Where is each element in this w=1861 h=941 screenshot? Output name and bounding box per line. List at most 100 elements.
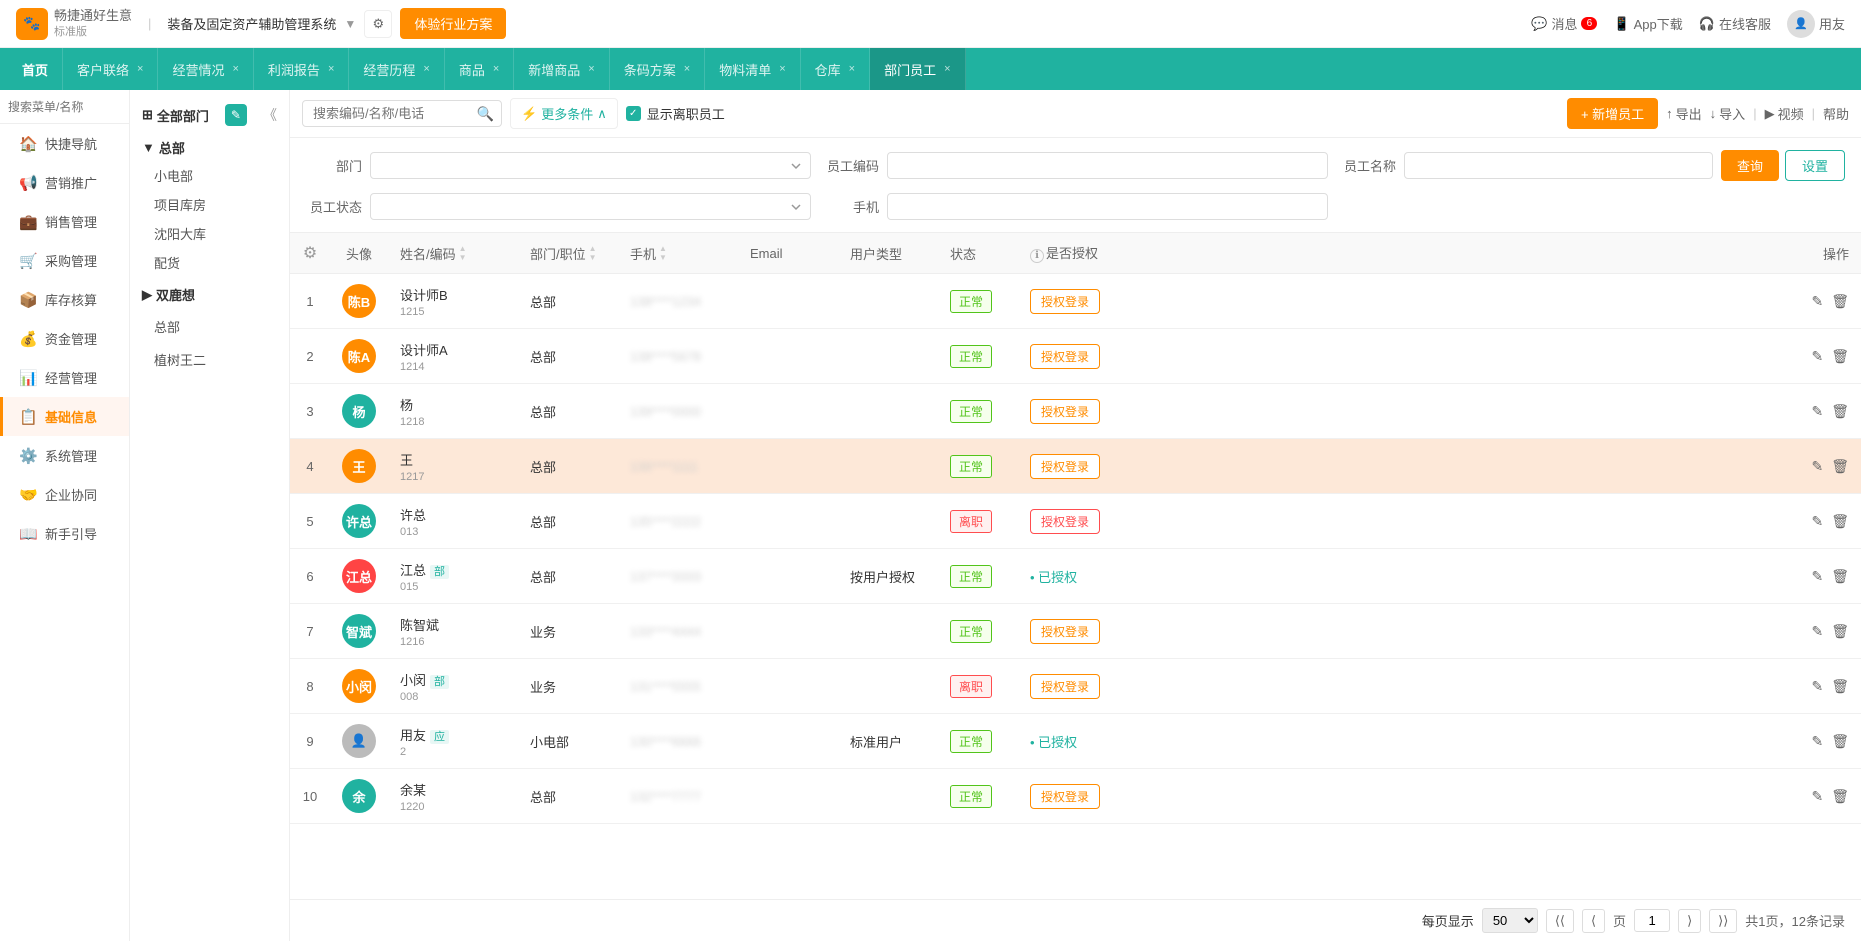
sidebar-search-input[interactable] bbox=[8, 100, 130, 114]
emp-code-filter-input[interactable] bbox=[887, 152, 1328, 179]
settings-btn[interactable]: ⚙ bbox=[364, 10, 392, 38]
edit-btn[interactable]: ✎ bbox=[1811, 458, 1823, 475]
delete-btn[interactable]: 🗑 bbox=[1831, 348, 1849, 365]
auth-btn[interactable]: 授权登录 bbox=[1030, 509, 1100, 534]
sidebar-item-purchase[interactable]: 🛒 采购管理 bbox=[0, 241, 129, 280]
auth-btn[interactable]: 授权登录 bbox=[1030, 289, 1100, 314]
sidebar-item-system[interactable]: ⚙️ 系统管理 bbox=[0, 436, 129, 475]
auth-btn[interactable]: 授权登录 bbox=[1030, 399, 1100, 424]
system-dropdown[interactable]: ▼ bbox=[344, 17, 356, 31]
tab-history[interactable]: 经营历程× bbox=[349, 48, 444, 90]
show-inactive-checkbox[interactable]: ✓ bbox=[626, 106, 641, 121]
col-dept-header[interactable]: 部门/职位 ▲ ▼ bbox=[518, 233, 618, 274]
dept-item-xiaodianbu[interactable]: 小电部 bbox=[130, 161, 289, 190]
import-btn[interactable]: ↓ 导入 bbox=[1710, 104, 1746, 123]
delete-btn[interactable]: 🗑 bbox=[1831, 733, 1849, 750]
close-icon[interactable]: × bbox=[849, 63, 855, 75]
tab-customer[interactable]: 客户联络× bbox=[63, 48, 158, 90]
online-service-btn[interactable]: 🎧 在线客服 bbox=[1699, 14, 1771, 33]
edit-btn[interactable]: ✎ bbox=[1811, 733, 1823, 750]
help-btn[interactable]: 帮助 bbox=[1823, 104, 1849, 123]
tab-warehouse[interactable]: 仓库× bbox=[801, 48, 870, 90]
dept-item-xiangmu[interactable]: 项目库房 bbox=[130, 190, 289, 219]
dept-item-shenyang[interactable]: 沈阳大库 bbox=[130, 219, 289, 248]
auth-btn[interactable]: 授权登录 bbox=[1030, 784, 1100, 809]
sidebar-item-collab[interactable]: 🤝 企业协同 bbox=[0, 475, 129, 514]
close-icon[interactable]: × bbox=[232, 63, 238, 75]
auth-btn[interactable]: 授权登录 bbox=[1030, 344, 1100, 369]
auth-info-icon[interactable]: ℹ bbox=[1030, 249, 1044, 263]
edit-btn[interactable]: ✎ bbox=[1811, 788, 1823, 805]
dept-item-zhishu[interactable]: 植树王二 bbox=[130, 345, 289, 374]
auth-btn[interactable]: 授权登录 bbox=[1030, 674, 1100, 699]
edit-btn[interactable]: ✎ bbox=[1811, 348, 1823, 365]
delete-btn[interactable]: 🗑 bbox=[1831, 293, 1849, 310]
page-first-btn[interactable]: ⟨⟨ bbox=[1546, 909, 1574, 933]
emp-status-filter-select[interactable] bbox=[370, 193, 811, 220]
sidebar-item-sales[interactable]: 💼 销售管理 bbox=[0, 202, 129, 241]
sidebar-item-basic[interactable]: 📋 基础信息 bbox=[0, 397, 129, 436]
close-icon[interactable]: × bbox=[684, 63, 690, 75]
query-btn[interactable]: 查询 bbox=[1721, 150, 1779, 181]
close-icon[interactable]: × bbox=[588, 63, 594, 75]
dept-all-btn[interactable]: ⊞ 全部部门 bbox=[142, 106, 209, 125]
tab-profit[interactable]: 利润报告× bbox=[254, 48, 349, 90]
dept-collapse-btn[interactable]: 《 bbox=[263, 105, 277, 125]
dept-item-zongbu2[interactable]: 总部 bbox=[130, 312, 289, 341]
tab-home[interactable]: 首页 bbox=[8, 48, 63, 90]
delete-btn[interactable]: 🗑 bbox=[1831, 568, 1849, 585]
page-next-btn[interactable]: ⟩ bbox=[1678, 909, 1701, 933]
edit-btn[interactable]: ✎ bbox=[1811, 623, 1823, 640]
col-phone-header[interactable]: 手机 ▲ ▼ bbox=[618, 233, 738, 274]
delete-btn[interactable]: 🗑 bbox=[1831, 623, 1849, 640]
dept-item-peihuo[interactable]: 配货 bbox=[130, 248, 289, 277]
message-btn[interactable]: 💬 消息 6 bbox=[1531, 14, 1597, 33]
page-number-input[interactable] bbox=[1634, 909, 1670, 932]
edit-btn[interactable]: ✎ bbox=[1811, 513, 1823, 530]
sidebar-item-guide[interactable]: 📖 新手引导 bbox=[0, 514, 129, 553]
tab-goods[interactable]: 商品× bbox=[445, 48, 514, 90]
delete-btn[interactable]: 🗑 bbox=[1831, 678, 1849, 695]
sidebar-item-operations[interactable]: 📊 经营管理 bbox=[0, 358, 129, 397]
edit-btn[interactable]: ✎ bbox=[1811, 293, 1823, 310]
emp-name-filter-input[interactable] bbox=[1404, 152, 1713, 179]
close-icon[interactable]: × bbox=[423, 63, 429, 75]
close-icon[interactable]: × bbox=[493, 63, 499, 75]
page-prev-btn[interactable]: ⟨ bbox=[1582, 909, 1605, 933]
user-menu[interactable]: 👤 用友 bbox=[1787, 10, 1845, 38]
app-download-btn[interactable]: 📱 App下载 bbox=[1613, 14, 1682, 33]
col-settings-icon[interactable]: ⚙ bbox=[303, 245, 317, 262]
tab-barcode[interactable]: 条码方案× bbox=[610, 48, 705, 90]
video-btn[interactable]: ▶ 视频 bbox=[1765, 104, 1804, 123]
tab-operation[interactable]: 经营情况× bbox=[158, 48, 253, 90]
sidebar-item-finance[interactable]: 💰 资金管理 bbox=[0, 319, 129, 358]
dept-section-zongbu-title[interactable]: ▼ 总部 bbox=[130, 134, 289, 161]
add-employee-btn[interactable]: + 新增员工 bbox=[1567, 98, 1658, 129]
delete-btn[interactable]: 🗑 bbox=[1831, 788, 1849, 805]
col-name-header[interactable]: 姓名/编码 ▲ ▼ bbox=[388, 233, 518, 274]
close-icon[interactable]: × bbox=[328, 63, 334, 75]
edit-btn[interactable]: ✎ bbox=[1811, 403, 1823, 420]
delete-btn[interactable]: 🗑 bbox=[1831, 513, 1849, 530]
edit-btn[interactable]: ✎ bbox=[1811, 678, 1823, 695]
sidebar-item-marketing[interactable]: 📢 营销推广 bbox=[0, 163, 129, 202]
dept-edit-btn[interactable]: ✎ bbox=[225, 104, 247, 126]
search-input[interactable] bbox=[302, 100, 502, 127]
tab-new-goods[interactable]: 新增商品× bbox=[514, 48, 609, 90]
export-btn[interactable]: ↑ 导出 bbox=[1666, 104, 1702, 123]
trial-button[interactable]: 体验行业方案 bbox=[400, 8, 506, 39]
delete-btn[interactable]: 🗑 bbox=[1831, 458, 1849, 475]
auth-btn[interactable]: 授权登录 bbox=[1030, 619, 1100, 644]
filter-more-btn[interactable]: ⚡ 更多条件 ∧ bbox=[510, 98, 618, 129]
dept-section-shuanglu-title[interactable]: ▶ 双鹿想 bbox=[130, 281, 289, 308]
search-btn-icon[interactable]: 🔍 bbox=[477, 105, 494, 122]
close-icon[interactable]: × bbox=[944, 63, 950, 75]
dept-filter-select[interactable] bbox=[370, 152, 811, 179]
auth-btn[interactable]: 授权登录 bbox=[1030, 454, 1100, 479]
tab-employees[interactable]: 部门员工× bbox=[870, 48, 965, 90]
phone-filter-input[interactable] bbox=[887, 193, 1328, 220]
delete-btn[interactable]: 🗑 bbox=[1831, 403, 1849, 420]
sidebar-item-inventory[interactable]: 📦 库存核算 bbox=[0, 280, 129, 319]
close-icon[interactable]: × bbox=[779, 63, 785, 75]
close-icon[interactable]: × bbox=[137, 63, 143, 75]
